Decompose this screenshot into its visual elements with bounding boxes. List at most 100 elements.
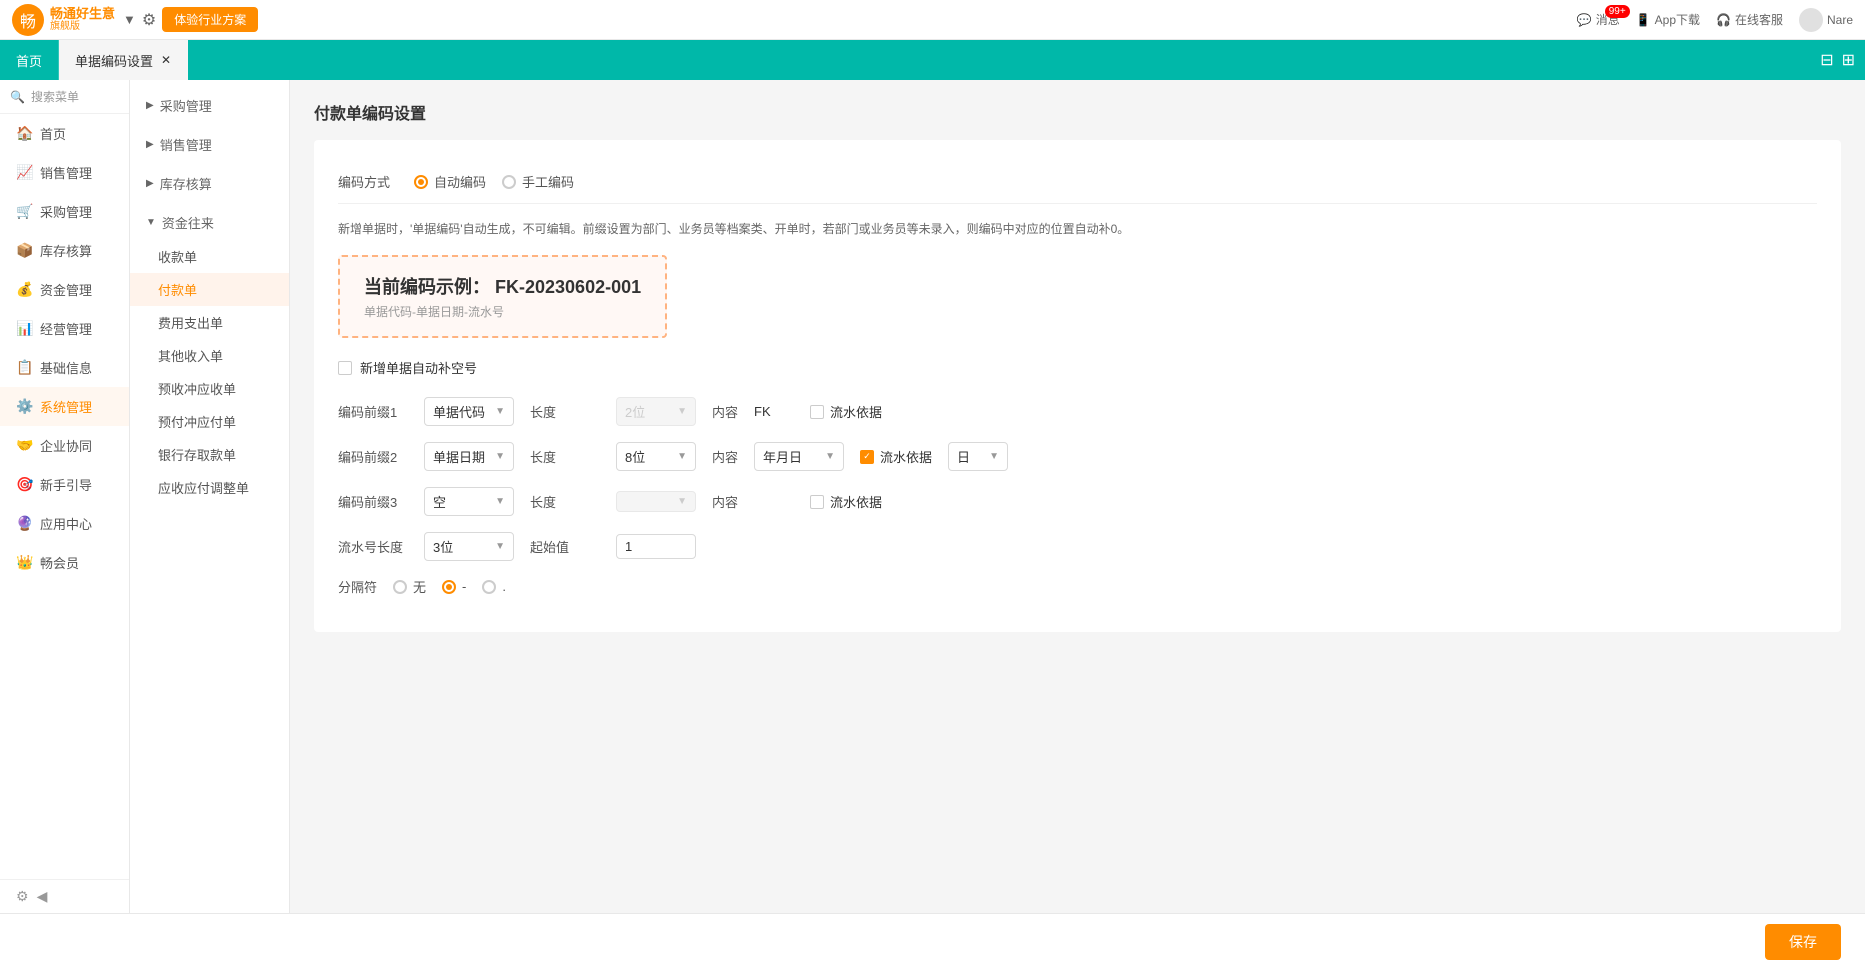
sidebar-item-purchase[interactable]: 🛒 采购管理 (0, 192, 129, 231)
tab-minimize-btn[interactable]: ⊟ (1820, 50, 1833, 70)
sidebar-item-finance[interactable]: 💰 资金管理 (0, 270, 129, 309)
sidebar-collapse-btn[interactable]: ◀ (37, 888, 48, 905)
sidebar-search[interactable]: 🔍 搜索菜单 (0, 80, 129, 114)
sub-group-purchase-title[interactable]: ▶ 采购管理 (130, 88, 289, 123)
settings-btn[interactable]: ⚙ (142, 10, 156, 30)
app-download-btn[interactable]: 📱 App下载 (1636, 11, 1700, 28)
sep-none[interactable]: 无 (393, 577, 426, 596)
serial-length-select[interactable]: 3位 ▼ (424, 532, 514, 561)
search-label: 搜索菜单 (31, 88, 79, 105)
prefix-2-value: 单据日期 (433, 447, 485, 466)
logo: 畅 畅通好生意 旗舰版 (12, 4, 115, 36)
industry-btn[interactable]: 体验行业方案 (162, 7, 258, 32)
serial-3-checkbox[interactable] (810, 495, 824, 509)
sidebar-item-inventory[interactable]: 📦 库存核算 (0, 231, 129, 270)
sep-dash-circle (442, 580, 456, 594)
avatar (1799, 8, 1823, 32)
separator-label: 分隔符 (338, 577, 377, 596)
prefix-3-select[interactable]: 空 ▼ (424, 487, 514, 516)
tab-encode-label: 单据编码设置 (75, 51, 153, 70)
serial-2-check: ✓ 流水依据 (860, 447, 932, 466)
content-2-select[interactable]: 年月日 ▼ (754, 442, 844, 471)
sub-item-pre-payment[interactable]: 预付冲应付单 (130, 405, 289, 438)
tabbar-actions: ⊟ ⊞ (1810, 50, 1865, 70)
length-2-select[interactable]: 8位 ▼ (616, 442, 696, 471)
sidebar-item-base[interactable]: 📋 基础信息 (0, 348, 129, 387)
tab-close-icon[interactable]: ✕ (161, 53, 171, 67)
sub-item-expense[interactable]: 费用支出单 (130, 306, 289, 339)
footer-bar: 保存 (0, 913, 1865, 969)
chevron-down-icon: ▼ (146, 217, 156, 228)
radio-group: 自动编码 手工编码 (414, 172, 574, 191)
sidebar-item-finance-label: 资金管理 (40, 280, 92, 299)
prefix-2-select[interactable]: 单据日期 ▼ (424, 442, 514, 471)
sub-group-purchase: ▶ 采购管理 (130, 88, 289, 123)
separator-row: 分隔符 无 - . (338, 577, 1817, 596)
logo-title: 畅通好生意 (50, 6, 115, 22)
main-layout: 🔍 搜索菜单 🏠 首页 📈 销售管理 🛒 采购管理 📦 库存核算 💰 (0, 80, 1865, 913)
sub-item-adjust[interactable]: 应收应付调整单 (130, 471, 289, 504)
user-area[interactable]: Nare (1799, 8, 1853, 32)
finance-icon: 💰 (16, 281, 32, 298)
day-select[interactable]: 日 ▼ (948, 442, 1008, 471)
auto-fill-checkbox[interactable] (338, 361, 352, 375)
prefix-1-select[interactable]: 单据代码 ▼ (424, 397, 514, 426)
tab-maximize-btn[interactable]: ⊞ (1842, 50, 1855, 70)
code-value: FK-20230602-001 (495, 277, 641, 297)
serial-1-checkbox[interactable] (810, 405, 824, 419)
sep-none-circle (393, 580, 407, 594)
sep-dash[interactable]: - (442, 579, 466, 594)
sub-item-receipt[interactable]: 收款单 (130, 240, 289, 273)
sep-dot[interactable]: . (482, 579, 506, 594)
sub-group-capital-title[interactable]: ▼ 资金往来 (130, 205, 289, 240)
length-2-chevron: ▼ (677, 451, 687, 462)
length-2-label: 长度 (530, 447, 600, 466)
sidebar-item-sales-label: 销售管理 (40, 163, 92, 182)
serial-length-label: 流水号长度 (338, 537, 408, 556)
sidebar-settings-btn[interactable]: ⚙ (16, 888, 29, 905)
sidebar-item-corp[interactable]: 🤝 企业协同 (0, 426, 129, 465)
code-preview-main: 当前编码示例： FK-20230602-001 (364, 273, 641, 299)
length-2-value: 8位 (625, 447, 645, 466)
radio-manual[interactable]: 手工编码 (502, 172, 574, 191)
content-2-chevron: ▼ (825, 451, 835, 462)
content-2-value: 年月日 (763, 447, 802, 466)
sidebar-item-sales[interactable]: 📈 销售管理 (0, 153, 129, 192)
sub-group-sales-title[interactable]: ▶ 销售管理 (130, 127, 289, 162)
app-icon: 📱 (1636, 13, 1651, 27)
sidebar-item-guide[interactable]: 🎯 新手引导 (0, 465, 129, 504)
sub-item-pre-receipt[interactable]: 预收冲应收单 (130, 372, 289, 405)
sub-group-inventory-title[interactable]: ▶ 库存核算 (130, 166, 289, 201)
chevron-right-icon: ▶ (146, 100, 154, 111)
sub-group-sales-label: 销售管理 (160, 135, 212, 154)
sidebar-item-member[interactable]: 👑 畅会员 (0, 543, 129, 582)
sidebar-item-apps[interactable]: 🔮 应用中心 (0, 504, 129, 543)
logo-icon: 畅 (12, 4, 44, 36)
sub-item-payment[interactable]: 付款单 (130, 273, 289, 306)
member-icon: 👑 (16, 554, 32, 571)
radio-auto[interactable]: 自动编码 (414, 172, 486, 191)
sidebar: 🔍 搜索菜单 🏠 首页 📈 销售管理 🛒 采购管理 📦 库存核算 💰 (0, 80, 130, 913)
service-btn[interactable]: 🎧 在线客服 (1716, 11, 1783, 28)
tab-encode-settings[interactable]: 单据编码设置 ✕ (59, 40, 188, 80)
tab-home[interactable]: 首页 (0, 40, 59, 80)
sidebar-item-system[interactable]: ⚙️ 系统管理 (0, 387, 129, 426)
sidebar-item-business[interactable]: 📊 经营管理 (0, 309, 129, 348)
sub-group-capital: ▼ 资金往来 收款单 付款单 费用支出单 其他收入单 预收冲应收单 预付冲应付单… (130, 205, 289, 504)
start-value-input[interactable] (616, 534, 696, 559)
sub-item-bank[interactable]: 银行存取款单 (130, 438, 289, 471)
code-label: 当前编码示例： (364, 277, 490, 297)
sidebar-item-business-label: 经营管理 (40, 319, 92, 338)
code-preview-box: 当前编码示例： FK-20230602-001 单据代码-单据日期-流水号 (338, 255, 667, 338)
nav-dropdown-btn[interactable]: ▼ (123, 12, 136, 27)
sidebar-item-home[interactable]: 🏠 首页 (0, 114, 129, 153)
sidebar-item-corp-label: 企业协同 (40, 436, 92, 455)
sub-group-inventory-label: 库存核算 (160, 174, 212, 193)
serial-2-checkbox[interactable]: ✓ (860, 450, 874, 464)
auto-fill-label: 新增单据自动补空号 (360, 358, 477, 377)
content-1-label: 内容 (712, 402, 738, 421)
length-1-value: 2位 (625, 402, 645, 421)
message-btn[interactable]: 💬 消息 99+ (1577, 11, 1620, 28)
save-button[interactable]: 保存 (1765, 924, 1841, 960)
sub-item-other-income[interactable]: 其他收入单 (130, 339, 289, 372)
